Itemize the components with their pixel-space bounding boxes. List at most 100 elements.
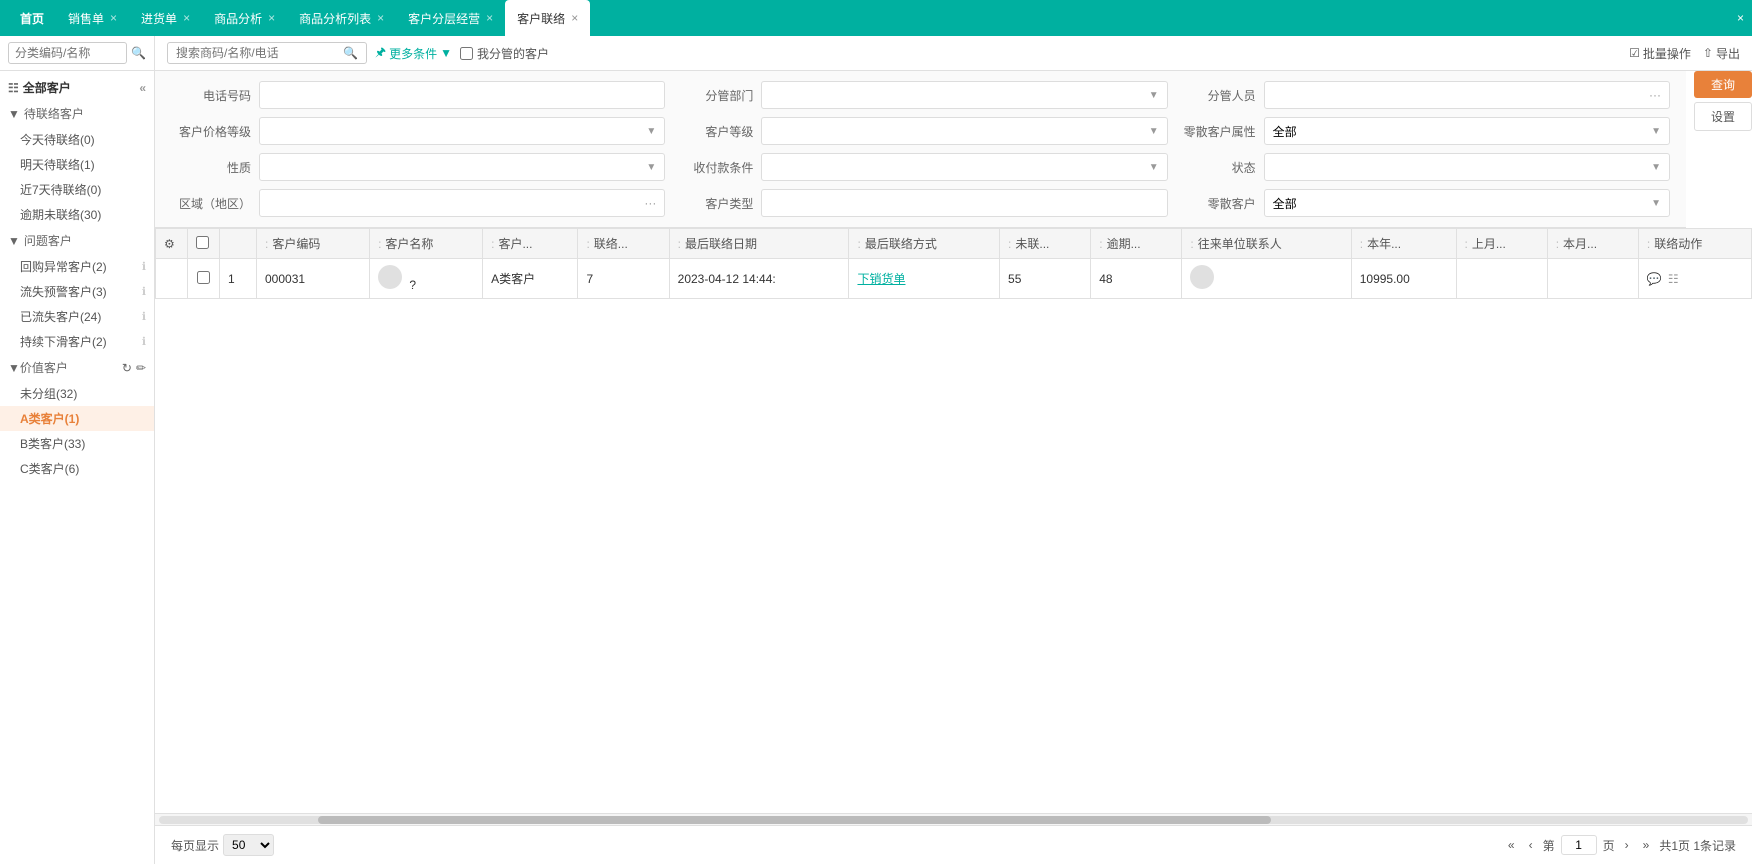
nav-tab-customer-contact[interactable]: 客户联络 × (505, 0, 590, 36)
horizontal-scrollbar[interactable] (155, 813, 1752, 825)
filter-phone-input[interactable] (259, 81, 665, 109)
nav-tab-sales[interactable]: 销售单 × (56, 0, 129, 36)
nav-tab-analysis-list[interactable]: 商品分析列表 × (287, 0, 396, 36)
sidebar-item-c-class[interactable]: C类客户(6) (0, 456, 154, 481)
filter-label: 更多条件 (389, 45, 437, 62)
nav-tab-customer-tier-close[interactable]: × (486, 11, 493, 25)
nav-tab-analysis-list-close[interactable]: × (377, 11, 384, 25)
sidebar-item-churn-warning[interactable]: 流失预警客户(3) ℹ (0, 279, 154, 304)
filter-manager-select[interactable]: ··· (1264, 81, 1670, 109)
per-page-select[interactable]: 50 100 200 (223, 834, 274, 856)
nav-tab-analysis[interactable]: 商品分析 × (202, 0, 287, 36)
sidebar-item-ungrouped[interactable]: 未分组(32) (0, 381, 154, 406)
page-number-input[interactable] (1561, 835, 1597, 855)
filter-retail-customer-select[interactable]: 全部 ▼ (1264, 189, 1670, 217)
filter-region-select[interactable]: ··· (259, 189, 665, 217)
col-last-contact-date[interactable]: :最后联络日期 (669, 229, 849, 259)
export-button[interactable]: ⇧ 导出 (1703, 45, 1740, 62)
last-page-button[interactable]: » (1639, 836, 1654, 854)
row-checkbox[interactable] (197, 271, 210, 284)
filter-nature-label: 性质 (171, 159, 251, 176)
settings-button[interactable]: 设置 (1694, 102, 1752, 131)
sidebar-section-pending[interactable]: ▼ 待联络客户 (0, 100, 154, 127)
grid-action-icon[interactable]: ☷ (1668, 272, 1679, 286)
sidebar-item-b-class[interactable]: B类客户(33) (0, 431, 154, 456)
col-current-month[interactable]: :本月... (1547, 229, 1638, 259)
data-table: ⚙ :客户编码 :客户名称 :客户... :联络... :最后联络日期 :最后联… (155, 228, 1752, 299)
filter-row-2: 客户价格等级 ▼ 客户等级 ▼ 零散客户属性 (171, 117, 1670, 145)
nav-tab-home-label: 首页 (20, 10, 44, 27)
last-contact-method-link[interactable]: 下销货单 (857, 272, 905, 286)
col-customer-code[interactable]: :客户编码 (257, 229, 370, 259)
nav-tab-customer-contact-close[interactable]: × (571, 11, 578, 25)
sidebar-search-input[interactable] (8, 42, 127, 64)
col-last-month[interactable]: :上月... (1456, 229, 1547, 259)
main-search-input[interactable] (176, 46, 343, 60)
first-page-button[interactable]: « (1504, 836, 1519, 854)
cell-checkbox[interactable] (188, 259, 220, 299)
col-contact-count[interactable]: :联络... (578, 229, 669, 259)
filter-payment-select[interactable]: ▼ (761, 153, 1167, 181)
next-page-button[interactable]: › (1621, 836, 1633, 854)
nav-tab-purchase[interactable]: 进货单 × (129, 0, 202, 36)
close-all-button[interactable]: × (1737, 11, 1744, 25)
col-last-contact-method[interactable]: :最后联络方式 (849, 229, 1000, 259)
nav-tab-customer-tier[interactable]: 客户分层经营 × (396, 0, 505, 36)
filter-nature-select[interactable]: ▼ (259, 153, 665, 181)
sidebar-item-overdue[interactable]: 逾期未联络(30) (0, 202, 154, 227)
main-search-icon[interactable]: 🔍 (343, 46, 358, 60)
sidebar-section-value[interactable]: ▼ 价值客户 ↻ ✏ (0, 354, 154, 381)
sidebar-item-repurchase-abnormal[interactable]: 回购异常客户(2) ℹ (0, 254, 154, 279)
cell-overdue: 48 (1091, 259, 1182, 299)
scrollbar-thumb[interactable] (318, 816, 1271, 824)
sidebar-item-7days[interactable]: 近7天待联络(0) (0, 177, 154, 202)
cell-customer-name[interactable]: ? (370, 259, 483, 299)
sidebar-item-churned[interactable]: 已流失客户(24) ℹ (0, 304, 154, 329)
sidebar-search-icon[interactable]: 🔍 (131, 46, 146, 60)
nav-tab-purchase-close[interactable]: × (183, 11, 190, 25)
sidebar-item-declining[interactable]: 持续下滑客户(2) ℹ (0, 329, 154, 354)
nav-tab-sales-close[interactable]: × (110, 11, 117, 25)
filter-status: 状态 ▼ (1176, 153, 1670, 181)
filter-dept-select[interactable]: ▼ (761, 81, 1167, 109)
edit-icon[interactable]: ✏ (136, 361, 146, 375)
info-icon-3: ℹ (142, 310, 146, 323)
nav-tab-home[interactable]: 首页 (8, 0, 56, 36)
col-no-contact[interactable]: :未联... (1000, 229, 1091, 259)
cell-last-contact-method[interactable]: 下销货单 (849, 259, 1000, 299)
filter-price-level-select[interactable]: ▼ (259, 117, 665, 145)
filter-customer-type-select[interactable] (761, 189, 1167, 217)
my-customers-checkbox[interactable] (460, 47, 473, 60)
nav-tab-analysis-close[interactable]: × (268, 11, 275, 25)
filter-customer-level-select[interactable]: ▼ (761, 117, 1167, 145)
refresh-icon[interactable]: ↻ (122, 361, 132, 375)
batch-op-button[interactable]: ☑ 批量操作 (1629, 45, 1691, 62)
col-current-year[interactable]: :本年... (1351, 229, 1456, 259)
more-filter-button[interactable]: 🖈 更多条件 ▼ (375, 43, 452, 64)
prev-page-button[interactable]: ‹ (1525, 836, 1537, 854)
sidebar-item-today[interactable]: 今天待联络(0) (0, 127, 154, 152)
col-checkbox[interactable] (188, 229, 220, 259)
sidebar-item-tomorrow[interactable]: 明天待联络(1) (0, 152, 154, 177)
filter-status-arrow-icon: ▼ (1651, 162, 1661, 173)
col-customer-type[interactable]: :客户... (483, 229, 578, 259)
scrollbar-track[interactable] (159, 816, 1748, 824)
col-settings[interactable]: ⚙ (156, 229, 188, 259)
action-buttons: 查询 设置 (1694, 71, 1752, 131)
col-company-contact[interactable]: :往来单位联系人 (1182, 229, 1351, 259)
sidebar-section-problems[interactable]: ▼ 问题客户 (0, 227, 154, 254)
my-customers-checkbox-group[interactable]: 我分管的客户 (460, 45, 549, 62)
query-button[interactable]: 查询 (1694, 71, 1752, 98)
col-customer-name[interactable]: :客户名称 (370, 229, 483, 259)
col-overdue[interactable]: :逾期... (1091, 229, 1182, 259)
col-company-contact-label: 往来单位联系人 (1198, 237, 1282, 251)
chat-action-icon[interactable]: 💬 (1647, 272, 1662, 286)
col-contact-action[interactable]: :联络动作 (1638, 229, 1751, 259)
sidebar-collapse-button[interactable]: « (139, 81, 146, 95)
sidebar-item-a-class[interactable]: A类客户(1) (0, 406, 154, 431)
filter-status-select[interactable]: ▼ (1264, 153, 1670, 181)
filter-retail-attr-select[interactable]: 全部 ▼ (1264, 117, 1670, 145)
select-all-checkbox[interactable] (196, 236, 209, 249)
ungrouped-label: 未分组(32) (20, 385, 77, 402)
filter-region-dots-icon: ··· (644, 196, 656, 210)
